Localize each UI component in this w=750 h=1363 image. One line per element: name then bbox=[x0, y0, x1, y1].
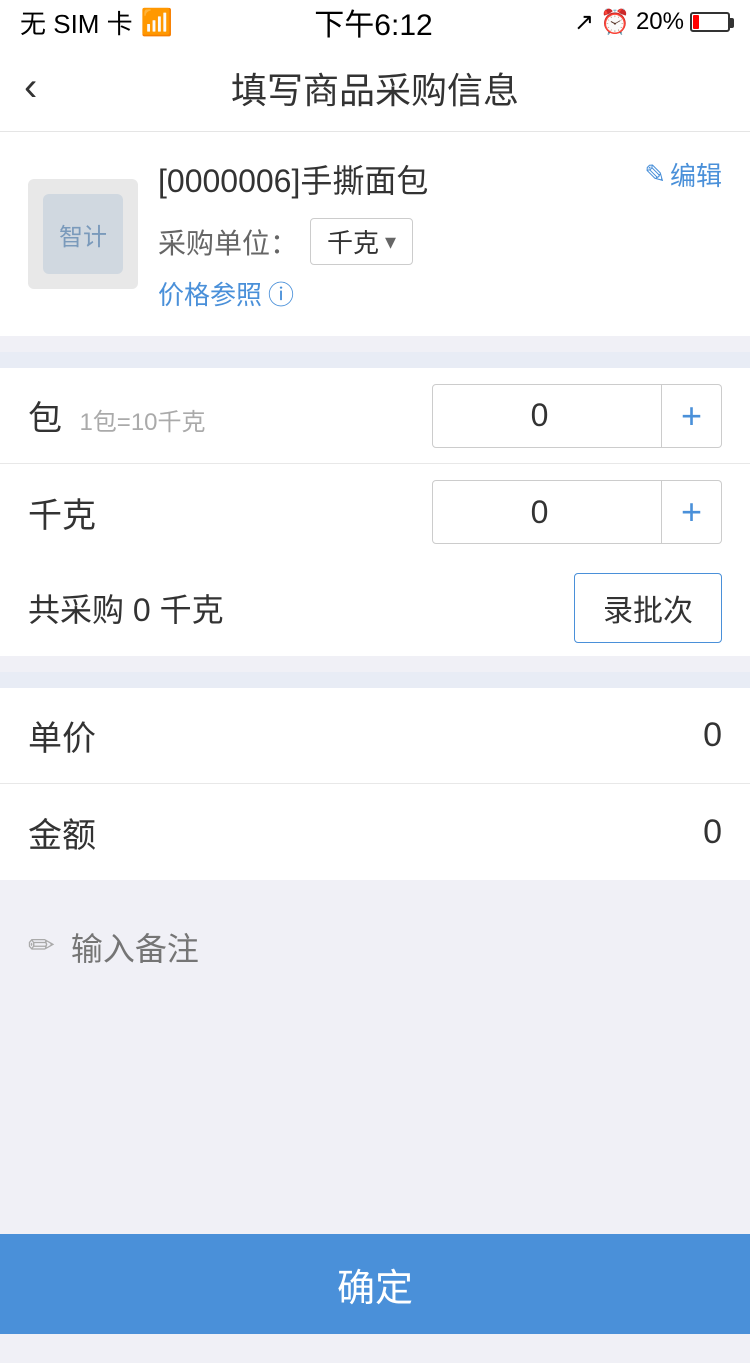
price-ref-button[interactable]: 价格参照 ⓘ bbox=[158, 275, 722, 312]
bao-input-row: 包 1包=10千克 + bbox=[0, 368, 750, 464]
nav-bar: ‹ 填写商品采购信息 bbox=[0, 44, 750, 132]
section-separator bbox=[0, 352, 750, 368]
price-value: 0 bbox=[703, 716, 722, 755]
status-time: 下午6:12 bbox=[314, 0, 432, 44]
product-name: [0000006]手撕面包 bbox=[158, 156, 722, 202]
total-text: 共采购 0 千克 bbox=[28, 585, 224, 631]
bao-sub-label: 1包=10千克 bbox=[79, 409, 205, 436]
section-separator-2 bbox=[0, 672, 750, 688]
pencil-icon: ✏ bbox=[28, 926, 55, 964]
back-button[interactable]: ‹ bbox=[24, 65, 37, 110]
location-icon: ↗ bbox=[574, 8, 594, 37]
total-section: 共采购 0 千克 录批次 bbox=[0, 560, 750, 656]
price-label: 单价 bbox=[28, 711, 96, 760]
page-title: 填写商品采购信息 bbox=[231, 62, 519, 114]
unit-label-text: 采购单位： bbox=[158, 222, 298, 262]
product-unit-row: 采购单位： 千克 ▾ bbox=[158, 218, 722, 265]
edit-icon: ✎ bbox=[644, 159, 666, 190]
product-card: 智计 [0000006]手撕面包 采购单位： 千克 ▾ 价格参照 ⓘ ✎ 编辑 bbox=[0, 132, 750, 336]
kg-input-row: 千克 + bbox=[0, 464, 750, 560]
amount-value: 0 bbox=[703, 813, 722, 852]
unit-selector[interactable]: 千克 ▾ bbox=[310, 218, 413, 265]
bao-label: 包 1包=10千克 bbox=[28, 391, 206, 440]
amount-row: 金额 0 bbox=[0, 784, 750, 880]
bao-field-wrap: + bbox=[206, 384, 722, 448]
kg-field-wrap: + bbox=[148, 480, 722, 544]
kg-input[interactable] bbox=[432, 480, 662, 544]
help-icon: ⓘ bbox=[268, 275, 294, 312]
status-left: 无 SIM 卡 📶 bbox=[20, 4, 173, 41]
wifi-icon: 📶 bbox=[141, 7, 173, 38]
product-logo: 智计 bbox=[43, 194, 123, 274]
remark-input[interactable] bbox=[71, 924, 722, 1035]
alarm-icon: ⏰ bbox=[600, 8, 630, 37]
battery-percent: 20% bbox=[636, 8, 684, 36]
kg-label: 千克 bbox=[28, 488, 148, 537]
remark-section: ✏ bbox=[0, 896, 750, 1063]
info-section: 单价 0 金额 0 bbox=[0, 688, 750, 880]
input-section: 包 1包=10千克 + 千克 + bbox=[0, 368, 750, 560]
kg-plus-button[interactable]: + bbox=[662, 480, 722, 544]
amount-label: 金额 bbox=[28, 808, 96, 857]
status-right: ↗ ⏰ 20% bbox=[574, 8, 730, 37]
price-row: 单价 0 bbox=[0, 688, 750, 784]
total-amount: 0 bbox=[133, 592, 151, 628]
bao-input[interactable] bbox=[432, 384, 662, 448]
product-image: 智计 bbox=[28, 179, 138, 289]
batch-button[interactable]: 录批次 bbox=[574, 573, 722, 643]
edit-button[interactable]: ✎ 编辑 bbox=[644, 156, 722, 193]
content-spacer bbox=[0, 1063, 750, 1263]
product-info: [0000006]手撕面包 采购单位： 千克 ▾ 价格参照 ⓘ bbox=[158, 156, 722, 312]
bao-plus-button[interactable]: + bbox=[662, 384, 722, 448]
battery-icon bbox=[690, 12, 730, 32]
chevron-down-icon: ▾ bbox=[385, 229, 396, 255]
no-sim-text: 无 SIM 卡 bbox=[20, 4, 133, 41]
confirm-button[interactable]: 确定 bbox=[0, 1234, 750, 1334]
status-bar: 无 SIM 卡 📶 下午6:12 ↗ ⏰ 20% bbox=[0, 0, 750, 44]
